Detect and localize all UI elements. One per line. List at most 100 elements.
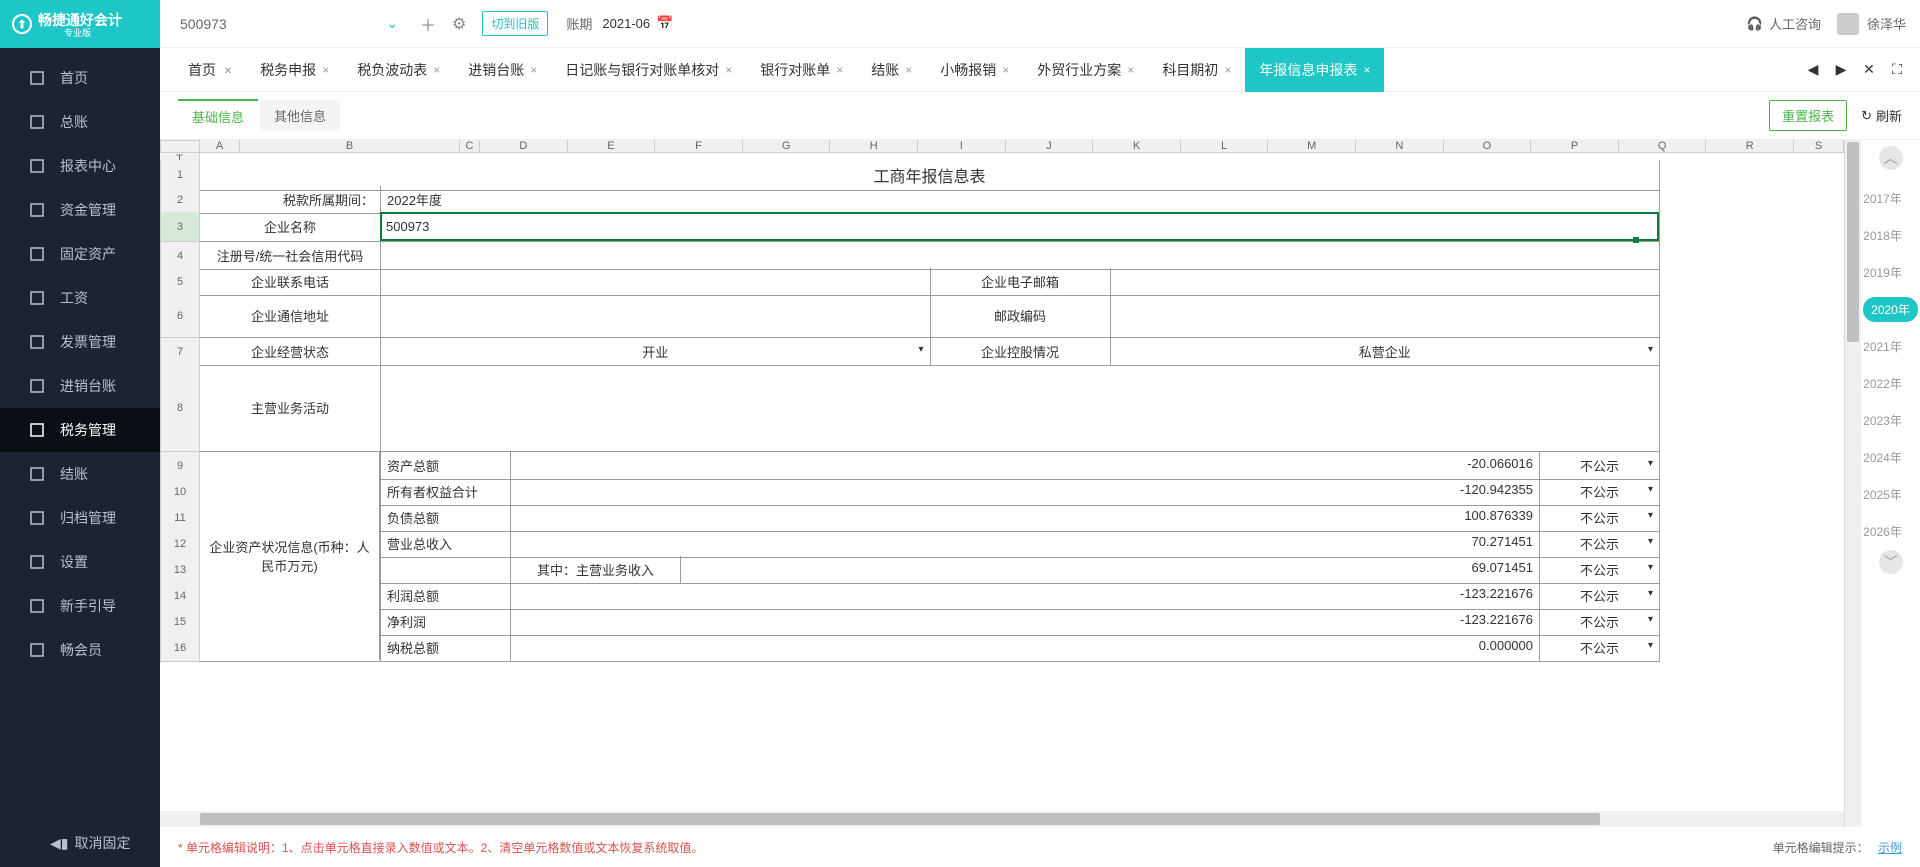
tab-1[interactable]: 税务申报× xyxy=(246,48,343,92)
period-value[interactable]: 2021-06 xyxy=(602,16,650,31)
subtab-other-info[interactable]: 其他信息 xyxy=(260,100,340,131)
year-2022年[interactable]: 2022年 xyxy=(1863,365,1918,402)
tab-scroll-right[interactable]: ▶ xyxy=(1828,57,1854,83)
row-header-12[interactable]: 12 xyxy=(160,530,200,558)
row-content-4[interactable]: 注册号/统一社会信用代码 xyxy=(200,242,1660,270)
row-content-15[interactable]: 净利润-123.221676不公示▾ xyxy=(200,608,1660,636)
col-header-O[interactable]: O xyxy=(1444,140,1532,153)
year-2017年[interactable]: 2017年 xyxy=(1863,180,1918,217)
close-icon[interactable]: × xyxy=(1002,63,1009,77)
col-header-B[interactable]: B xyxy=(240,140,460,153)
row-header-4[interactable]: 4 xyxy=(160,242,200,270)
tab-scroll-left[interactable]: ◀ xyxy=(1800,57,1826,83)
col-header-C[interactable]: C xyxy=(460,140,480,153)
row-content-8[interactable]: 主营业务活动 xyxy=(200,364,1660,452)
col-header-M[interactable]: M xyxy=(1268,140,1356,153)
sidebar-item-5[interactable]: 工资 xyxy=(0,276,160,320)
tab-8[interactable]: 外贸行业方案× xyxy=(1023,48,1148,92)
tab-9[interactable]: 科目期初× xyxy=(1148,48,1245,92)
sidebar-item-10[interactable]: 归档管理 xyxy=(0,496,160,540)
avatar[interactable] xyxy=(1837,13,1859,35)
username[interactable]: 徐泽华 xyxy=(1867,14,1906,33)
row-content-3[interactable]: 企业名称500973 xyxy=(200,212,1660,242)
footer-example-link[interactable]: 示例 xyxy=(1878,841,1902,855)
spreadsheet[interactable]: ABCDEFGHIJKLMNOPQRST 1工商年报信息表2税款所属期间：202… xyxy=(160,140,1844,827)
row-content-2[interactable]: 税款所属期间：2022年度 xyxy=(200,186,1660,214)
sidebar-item-13[interactable]: 畅会员 xyxy=(0,628,160,672)
year-2018年[interactable]: 2018年 xyxy=(1863,217,1918,254)
row-header-7[interactable]: 7 xyxy=(160,338,200,366)
close-icon[interactable]: × xyxy=(1224,63,1231,77)
row-header-16[interactable]: 16 xyxy=(160,634,200,662)
row-content-7[interactable]: 企业经营状态开业▾企业控股情况私营企业▾ xyxy=(200,338,1660,366)
close-icon[interactable]: × xyxy=(1363,63,1370,77)
tab-5[interactable]: 银行对账单× xyxy=(746,48,857,92)
row-header-10[interactable]: 10 xyxy=(160,478,200,506)
col-header-E[interactable]: E xyxy=(568,140,656,153)
year-2023年[interactable]: 2023年 xyxy=(1863,402,1918,439)
row-content-16[interactable]: 纳税总额0.000000不公示▾ xyxy=(200,634,1660,662)
col-header-J[interactable]: J xyxy=(1006,140,1094,153)
year-scroll-down[interactable]: ﹀ xyxy=(1879,550,1903,574)
close-icon[interactable]: × xyxy=(905,63,912,77)
row-header-3[interactable]: 3 xyxy=(160,212,200,242)
col-header-H[interactable]: H xyxy=(830,140,918,153)
row-header-6[interactable]: 6 xyxy=(160,294,200,338)
col-header-Q[interactable]: Q xyxy=(1619,140,1707,153)
row-content-5[interactable]: 企业联系电话企业电子邮箱 xyxy=(200,268,1660,296)
row-header-13[interactable]: 13 xyxy=(160,556,200,584)
col-header-L[interactable]: L xyxy=(1181,140,1269,153)
org-selector[interactable]: 500973 ⌄ xyxy=(174,10,404,38)
col-header-R[interactable]: R xyxy=(1706,140,1794,153)
service-link[interactable]: 人工咨询 xyxy=(1769,14,1821,33)
row-header-8[interactable]: 8 xyxy=(160,364,200,452)
tab-2[interactable]: 税负波动表× xyxy=(343,48,454,92)
row-content-9[interactable]: 资产总额-20.066016不公示▾ xyxy=(200,452,1660,480)
vertical-scrollbar[interactable] xyxy=(1844,140,1860,827)
subtab-basic-info[interactable]: 基础信息 xyxy=(178,99,258,132)
col-header-A[interactable]: A xyxy=(200,140,240,153)
sidebar-item-3[interactable]: 资金管理 xyxy=(0,188,160,232)
sidebar-item-8[interactable]: 税务管理 xyxy=(0,408,160,452)
col-header-K[interactable]: K xyxy=(1093,140,1181,153)
sidebar-item-7[interactable]: 进销台账 xyxy=(0,364,160,408)
sidebar-item-2[interactable]: 报表中心 xyxy=(0,144,160,188)
year-2026年[interactable]: 2026年 xyxy=(1863,513,1918,550)
row-content-11[interactable]: 负债总额100.876339不公示▾ xyxy=(200,504,1660,532)
col-header-F[interactable]: F xyxy=(655,140,743,153)
row-header-11[interactable]: 11 xyxy=(160,504,200,532)
sidebar-item-4[interactable]: 固定资产 xyxy=(0,232,160,276)
sidebar-item-0[interactable]: 首页 xyxy=(0,56,160,100)
col-header-P[interactable]: P xyxy=(1531,140,1619,153)
unpin-button[interactable]: ◀▮ 取消固定 xyxy=(0,819,160,867)
year-2024年[interactable]: 2024年 xyxy=(1863,439,1918,476)
row-header-9[interactable]: 9 xyxy=(160,452,200,480)
corner-cell[interactable] xyxy=(160,140,200,153)
calendar-icon[interactable]: 📅 xyxy=(656,15,673,32)
fullscreen-icon[interactable]: ⛶ xyxy=(1884,57,1910,83)
sidebar-item-9[interactable]: 结账 xyxy=(0,452,160,496)
close-icon[interactable]: × xyxy=(836,63,843,77)
reset-report-button[interactable]: 重置报表 xyxy=(1769,100,1847,131)
close-icon[interactable]: × xyxy=(725,63,732,77)
row-content-10[interactable]: 所有者权益合计-120.942355不公示▾ xyxy=(200,478,1660,506)
sidebar-item-1[interactable]: 总账 xyxy=(0,100,160,144)
sidebar-item-11[interactable]: 设置 xyxy=(0,540,160,584)
row-header-14[interactable]: 14 xyxy=(160,582,200,610)
sidebar-item-12[interactable]: 新手引导 xyxy=(0,584,160,628)
gear-icon[interactable]: ⚙ xyxy=(452,14,466,34)
horizontal-scrollbar[interactable] xyxy=(160,811,1844,827)
year-2021年[interactable]: 2021年 xyxy=(1863,328,1918,365)
year-2025年[interactable]: 2025年 xyxy=(1863,476,1918,513)
row-content-14[interactable]: 利润总额-123.221676不公示▾ xyxy=(200,582,1660,610)
tab-6[interactable]: 结账× xyxy=(857,48,926,92)
row-header-5[interactable]: 5 xyxy=(160,268,200,296)
row-content-12[interactable]: 营业总收入70.271451不公示▾ xyxy=(200,530,1660,558)
row-content-6[interactable]: 企业通信地址邮政编码 xyxy=(200,294,1660,338)
tab-close-all[interactable]: ✕ xyxy=(1856,57,1882,83)
col-header-I[interactable]: I xyxy=(918,140,1006,153)
row-header-15[interactable]: 15 xyxy=(160,608,200,636)
col-header-D[interactable]: D xyxy=(480,140,568,153)
tab-7[interactable]: 小畅报销× xyxy=(926,48,1023,92)
tab-3[interactable]: 进销台账× xyxy=(454,48,551,92)
